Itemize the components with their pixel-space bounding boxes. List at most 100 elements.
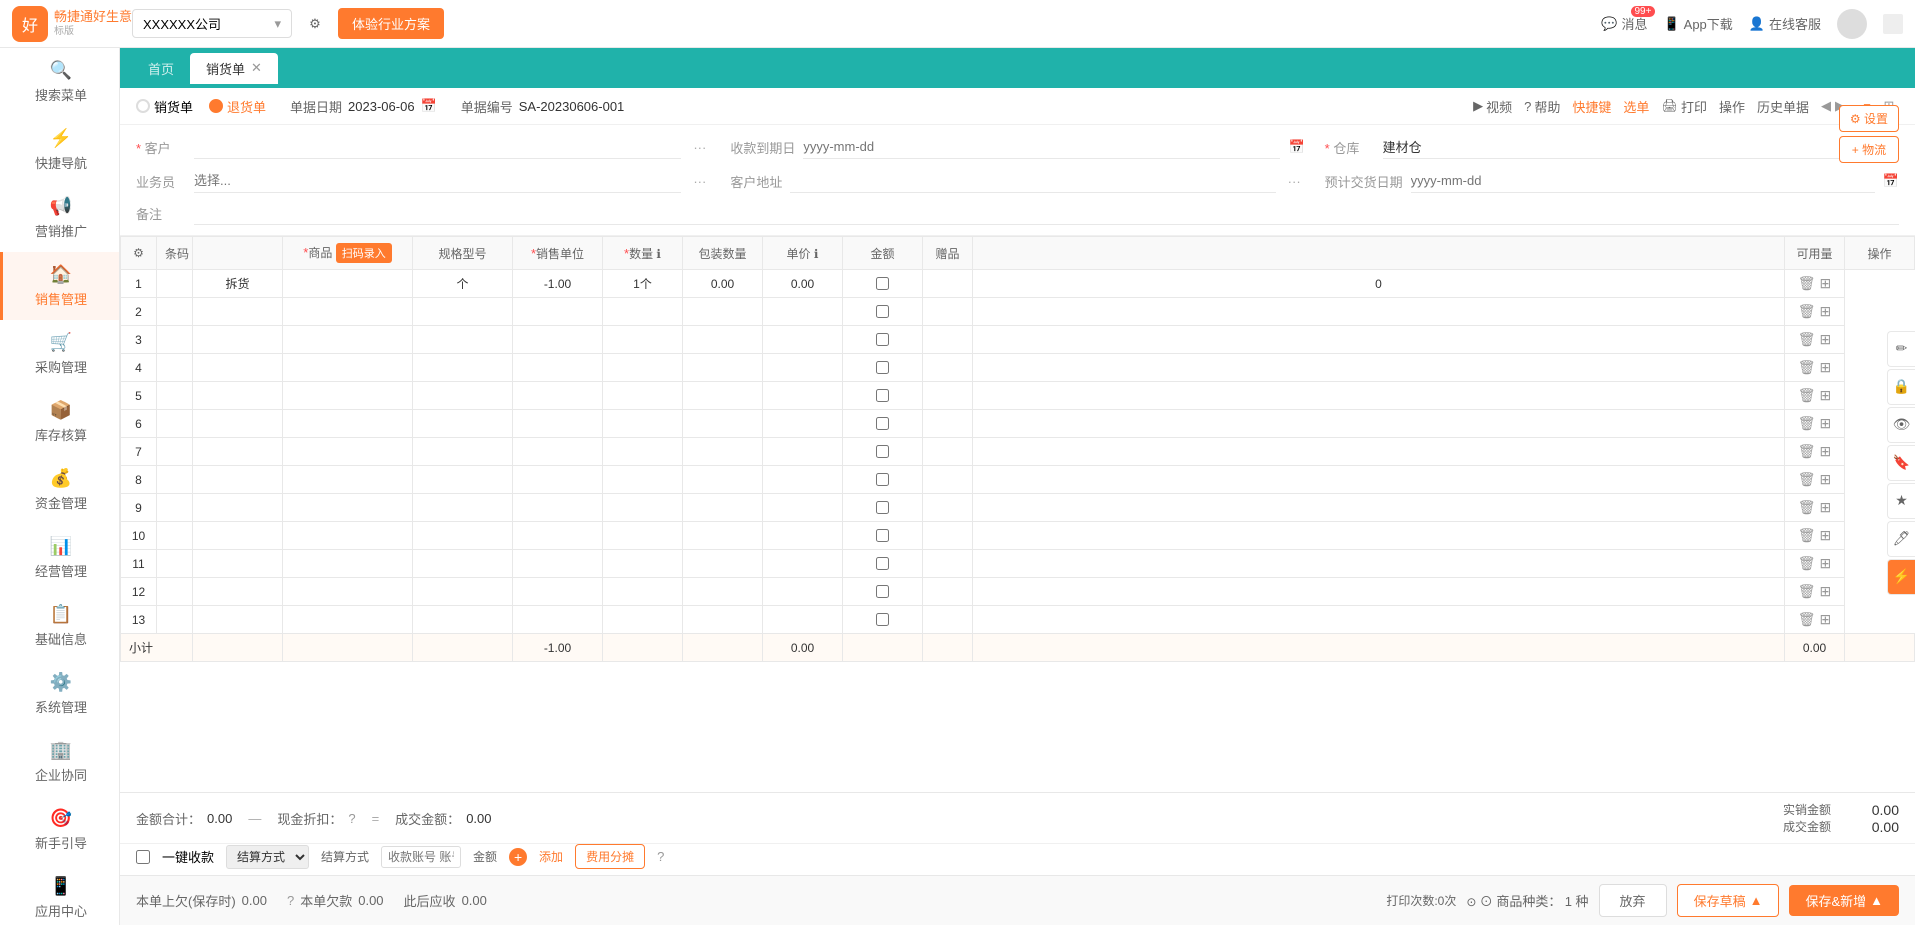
cell-barcode[interactable] (157, 466, 193, 494)
customer-addr-input[interactable] (790, 169, 1275, 193)
draft-button[interactable]: 保存草稿 ▲ (1677, 884, 1780, 917)
cell-pkg[interactable] (603, 494, 683, 522)
cell-gift[interactable] (843, 438, 923, 466)
copy-row-icon[interactable]: ⊞ (1820, 359, 1832, 376)
cell-pkg[interactable] (603, 326, 683, 354)
cell-pkg[interactable] (603, 606, 683, 634)
shortcut-button[interactable]: 快捷键 (1572, 97, 1611, 116)
copy-row-icon[interactable]: ⊞ (1820, 583, 1832, 600)
sidebar-item-purchase[interactable]: 🛒 采购管理 (0, 320, 119, 388)
copy-row-icon[interactable]: ⊞ (1820, 303, 1832, 320)
cell-amount[interactable] (763, 578, 843, 606)
cell-barcode[interactable] (157, 410, 193, 438)
select-button[interactable]: 选单 (1623, 97, 1649, 116)
cell-amount[interactable]: 0.00 (763, 270, 843, 298)
radio-return[interactable]: 退货单 (209, 97, 266, 116)
cell-amount[interactable] (763, 410, 843, 438)
cell-amount[interactable] (763, 382, 843, 410)
cell-barcode[interactable] (157, 550, 193, 578)
video-button[interactable]: ▶ 视频 (1473, 97, 1512, 116)
company-selector[interactable]: XXXXXX公司 ▾ (132, 9, 292, 38)
cell-barcode[interactable] (157, 298, 193, 326)
app-download-button[interactable]: 📱 App下载 (1663, 14, 1732, 33)
sidebar-item-system[interactable]: ⚙️ 系统管理 (0, 660, 119, 728)
cell-unit[interactable] (413, 494, 513, 522)
cell-unit[interactable] (413, 438, 513, 466)
sidebar-item-enterprise[interactable]: 🏢 企业协同 (0, 728, 119, 796)
copy-row-icon[interactable]: ⊞ (1820, 443, 1832, 460)
cell-pkg[interactable] (603, 550, 683, 578)
cell-spec[interactable] (283, 438, 413, 466)
copy-row-icon[interactable]: ⊞ (1820, 471, 1832, 488)
delete-row-icon[interactable]: 🗑 (1798, 415, 1816, 432)
cell-product[interactable] (193, 466, 283, 494)
cell-pkg[interactable] (603, 354, 683, 382)
payment-method-select[interactable]: 结算方式 (226, 845, 309, 869)
gift-checkbox[interactable] (876, 557, 889, 570)
customer-input[interactable] (194, 135, 681, 159)
delete-row-icon[interactable]: 🗑 (1798, 359, 1816, 376)
cell-qty[interactable] (513, 550, 603, 578)
cell-amount[interactable] (763, 606, 843, 634)
cell-barcode[interactable] (157, 438, 193, 466)
cell-unit[interactable] (413, 466, 513, 494)
cell-spec[interactable] (283, 494, 413, 522)
cell-gift[interactable] (843, 606, 923, 634)
cell-barcode[interactable] (157, 382, 193, 410)
cell-barcode[interactable] (157, 270, 193, 298)
cell-qty[interactable] (513, 606, 603, 634)
gift-checkbox[interactable] (876, 473, 889, 486)
calendar-icon[interactable]: 📅 (421, 98, 437, 114)
cell-amount[interactable] (763, 494, 843, 522)
message-button[interactable]: 💬 消息 99+ (1601, 14, 1647, 33)
float-bookmark-button[interactable]: 🔖 (1887, 445, 1915, 481)
gear-button[interactable]: ⚙ (300, 9, 330, 39)
cell-pkg[interactable] (603, 298, 683, 326)
sidebar-item-inventory[interactable]: 📦 库存核算 (0, 388, 119, 456)
delete-row-icon[interactable]: 🗑 (1798, 303, 1816, 320)
cell-qty[interactable] (513, 326, 603, 354)
copy-row-icon[interactable]: ⊞ (1820, 331, 1832, 348)
cell-product[interactable] (193, 578, 283, 606)
cell-unit[interactable] (413, 354, 513, 382)
cell-gift[interactable] (843, 466, 923, 494)
cell-price[interactable] (683, 326, 763, 354)
copy-row-icon[interactable]: ⊞ (1820, 275, 1832, 292)
cell-amount[interactable] (763, 354, 843, 382)
cell-price[interactable] (683, 578, 763, 606)
notes-input[interactable] (194, 201, 1899, 225)
sidebar-item-guide[interactable]: 🎯 新手引导 (0, 796, 119, 864)
sidebar-item-apps[interactable]: 📱 应用中心 (0, 864, 119, 925)
sidebar-item-marketing[interactable]: 📢 营销推广 (0, 184, 119, 252)
cell-product[interactable] (193, 354, 283, 382)
add-payment-button[interactable]: + (509, 848, 527, 866)
float-edit-button[interactable]: ✏ (1887, 331, 1915, 367)
trial-button[interactable]: 体验行业方案 (338, 8, 444, 39)
sidebar-item-quick-nav[interactable]: ⚡ 快捷导航 (0, 116, 119, 184)
copy-row-icon[interactable]: ⊞ (1820, 611, 1832, 628)
sidebar-item-sales[interactable]: 🏠 销售管理 (0, 252, 119, 320)
cell-pkg[interactable] (603, 466, 683, 494)
cell-unit[interactable] (413, 298, 513, 326)
cell-amount[interactable] (763, 522, 843, 550)
cell-qty[interactable] (513, 382, 603, 410)
cell-spec[interactable] (283, 522, 413, 550)
copy-row-icon[interactable]: ⊞ (1820, 527, 1832, 544)
cell-spec[interactable] (283, 578, 413, 606)
one-click-checkbox[interactable] (136, 850, 150, 864)
delete-row-icon[interactable]: 🗑 (1798, 275, 1816, 292)
cell-barcode[interactable] (157, 494, 193, 522)
help-button[interactable]: ? 帮助 (1524, 97, 1560, 116)
cell-gift[interactable] (843, 270, 923, 298)
delete-row-icon[interactable]: 🗑 (1798, 331, 1816, 348)
prev-button[interactable]: ◀ (1821, 98, 1831, 114)
discard-button[interactable]: 放弃 (1599, 884, 1667, 917)
cell-gift[interactable] (843, 550, 923, 578)
cell-gift[interactable] (843, 410, 923, 438)
gift-checkbox[interactable] (876, 305, 889, 318)
gift-checkbox[interactable] (876, 445, 889, 458)
tab-close-icon[interactable]: ✕ (251, 60, 262, 76)
cell-spec[interactable] (283, 354, 413, 382)
sidebar-item-search[interactable]: 🔍 搜索菜单 (0, 48, 119, 116)
cell-gift[interactable] (843, 382, 923, 410)
